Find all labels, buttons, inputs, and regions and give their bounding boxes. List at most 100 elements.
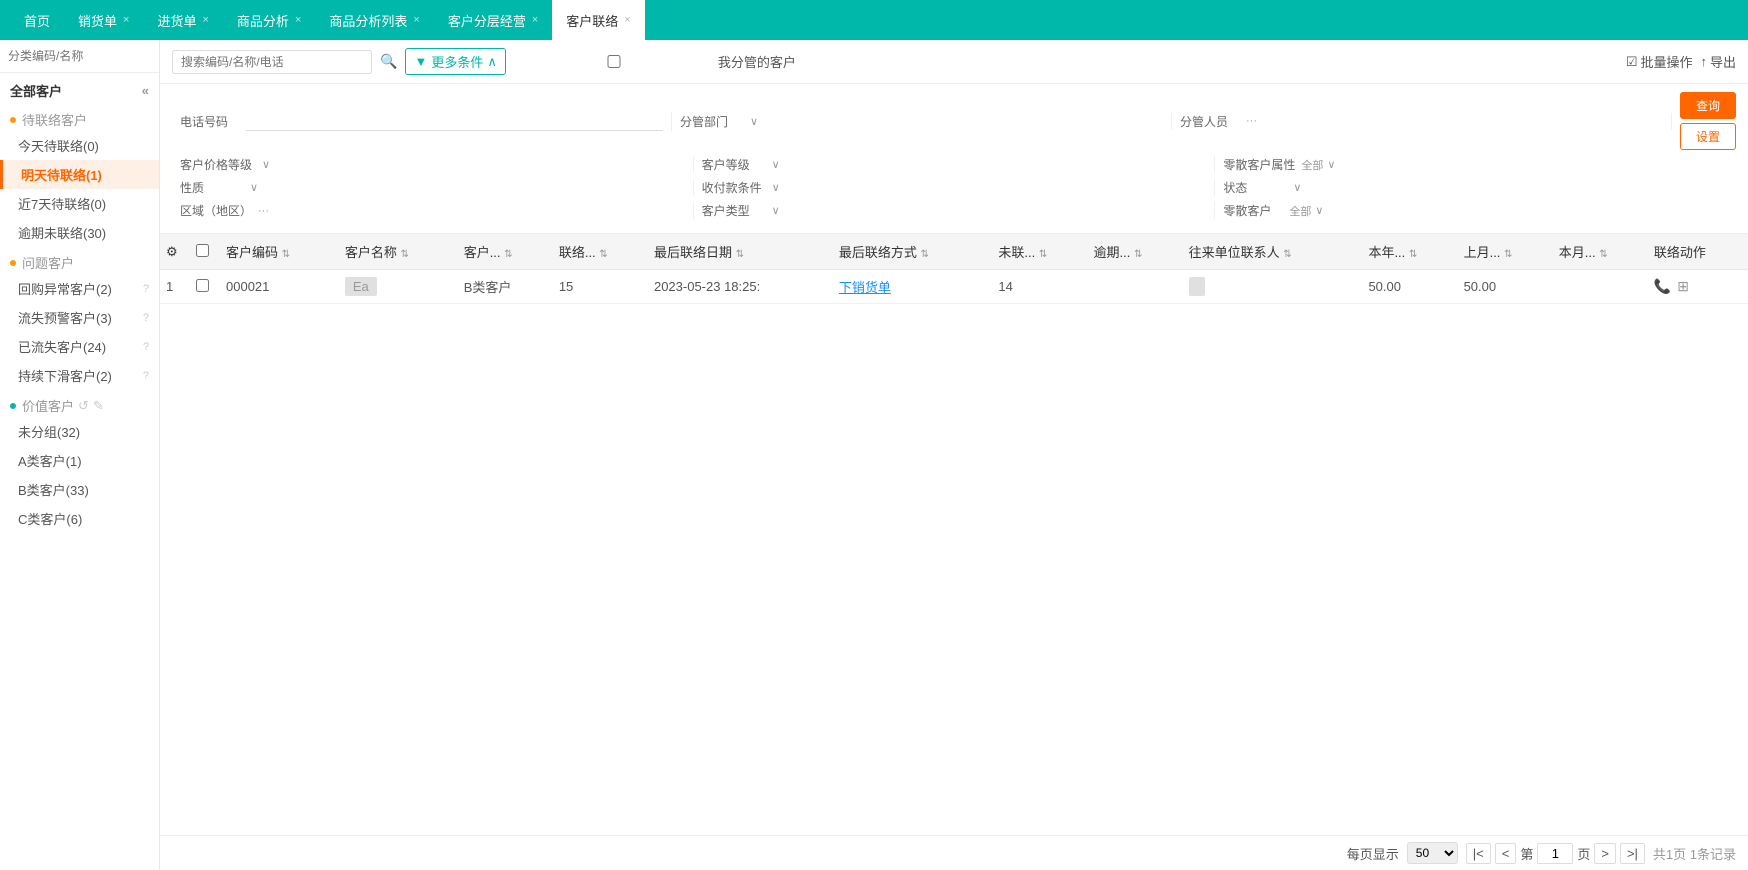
filter-actions: 查询 设置: [1672, 92, 1736, 150]
td-name: Ea: [339, 270, 458, 304]
gear-icon[interactable]: ⚙: [166, 244, 178, 259]
nav-purchase-order[interactable]: 进货单 ×: [143, 0, 222, 40]
filter-dropdown-customer-grade[interactable]: ∨: [768, 158, 1207, 171]
sort-uncontacted-icon[interactable]: ⇅: [1039, 249, 1047, 260]
filter-label-customer-type: 客户类型: [702, 202, 762, 219]
page-input[interactable]: [1537, 843, 1573, 864]
close-product-analysis-icon[interactable]: ×: [295, 14, 301, 26]
grid-action-icon[interactable]: ⊞: [1677, 278, 1689, 295]
search-input[interactable]: [172, 50, 372, 74]
sidebar-item-tomorrow[interactable]: 明天待联络(1): [0, 160, 159, 189]
sidebar-item-class-c[interactable]: C类客户(6): [0, 504, 159, 533]
query-button[interactable]: 查询: [1680, 92, 1736, 119]
sidebar-item-repurchase-abnormal[interactable]: 回购异常客户(2) ?: [0, 274, 159, 303]
value-refresh-icon[interactable]: ↺: [78, 398, 89, 414]
footer: 每页显示 50 10 20 100 |< < 第 页 > >| 共1页 1条记录: [160, 835, 1748, 870]
close-purchase-order-icon[interactable]: ×: [202, 14, 208, 26]
sidebar-item-class-b[interactable]: B类客户(33): [0, 475, 159, 504]
sidebar-search-input[interactable]: [8, 49, 160, 63]
close-product-list-icon[interactable]: ×: [413, 14, 419, 26]
filter-dropdown-payment[interactable]: ∨: [768, 181, 1207, 194]
search-button[interactable]: 🔍: [380, 53, 397, 70]
setting-button[interactable]: 设置: [1680, 123, 1736, 150]
sidebar-item-churned[interactable]: 已流失客户(24) ?: [0, 332, 159, 361]
close-customer-tier-icon[interactable]: ×: [532, 14, 538, 26]
batch-ops-button[interactable]: ☑ 批量操作: [1626, 52, 1693, 71]
filter-dropdown-customer-type[interactable]: ∨: [768, 204, 1207, 217]
sidebar-item-7days[interactable]: 近7天待联络(0): [0, 189, 159, 218]
nav-product-analysis[interactable]: 商品分析 ×: [223, 0, 315, 40]
top-nav: 首页 销货单 × 进货单 × 商品分析 × 商品分析列表 × 客户分层经营 × …: [0, 0, 1748, 40]
filter-more-manager[interactable]: ···: [1246, 115, 1257, 127]
filter-label-retail-customer: 零散客户: [1223, 202, 1283, 219]
my-customers-checkbox[interactable]: [514, 55, 714, 68]
th-checkbox: [190, 234, 220, 270]
prev-page-button[interactable]: <: [1495, 843, 1517, 864]
nav-home[interactable]: 首页: [10, 0, 64, 40]
sort-method-icon[interactable]: ⇅: [920, 249, 928, 260]
last-method-link[interactable]: 下销货单: [839, 280, 891, 295]
th-contact-count: 联络... ⇅: [553, 234, 648, 270]
sort-unit-icon[interactable]: ⇅: [1283, 249, 1291, 260]
phone-action-icon[interactable]: 📞: [1654, 278, 1671, 295]
sidebar-all-customers[interactable]: 全部客户 «: [0, 73, 159, 104]
section-dot-value: [10, 403, 16, 409]
filter-cell-dept: 分管部门 ∨: [672, 113, 1172, 130]
filter-row-4: 区域（地区） ··· 客户类型 ∨ 零散客户 全部 ∨: [172, 202, 1736, 219]
sidebar-item-today[interactable]: 今天待联络(0): [0, 131, 159, 160]
filter-dropdown-nature[interactable]: ∨: [246, 181, 685, 194]
more-filter-button[interactable]: ▼ 更多条件 ∧: [405, 48, 505, 75]
sidebar-item-overdue[interactable]: 逾期未联络(30): [0, 218, 159, 247]
filter-label-price-grade: 客户价格等级: [180, 156, 252, 173]
help-icon-churn-warning[interactable]: ?: [143, 312, 149, 324]
sidebar-collapse-icon[interactable]: «: [142, 83, 149, 98]
sort-count-icon[interactable]: ⇅: [599, 249, 607, 260]
th-uncontacted: 未联... ⇅: [992, 234, 1087, 270]
select-all-checkbox[interactable]: [196, 244, 209, 257]
nav-customer-contact[interactable]: 客户联络 ×: [552, 0, 644, 40]
td-last-method: 下销货单: [833, 270, 993, 304]
chevron-down-retail-customer-icon: ∨: [1315, 204, 1323, 217]
first-page-button[interactable]: |<: [1466, 843, 1491, 864]
filter-more-region[interactable]: ···: [258, 205, 269, 217]
filter-dropdown-status[interactable]: ∨: [1289, 181, 1728, 194]
filter-input-phone[interactable]: [246, 112, 663, 131]
help-icon-declining[interactable]: ?: [143, 370, 149, 382]
sort-tmonth-icon[interactable]: ⇅: [1599, 249, 1607, 260]
sort-date-icon[interactable]: ⇅: [736, 249, 744, 260]
chevron-down-nature-icon: ∨: [250, 181, 258, 194]
nav-product-analysis-list[interactable]: 商品分析列表 ×: [315, 0, 433, 40]
sort-overdue-icon[interactable]: ⇅: [1134, 249, 1142, 260]
sidebar-item-declining[interactable]: 持续下滑客户(2) ?: [0, 361, 159, 390]
td-last-date: 2023-05-23 18:25:: [648, 270, 833, 304]
row-checkbox[interactable]: [196, 279, 209, 292]
sort-code-icon[interactable]: ⇅: [282, 249, 290, 260]
filter-dropdown-dept[interactable]: ∨: [746, 115, 1163, 128]
table-header-row: ⚙ 客户编码 ⇅ 客户名称 ⇅ 客户... ⇅ 联络... ⇅ 最后联络日期 ⇅…: [160, 234, 1748, 270]
sort-lmonth-icon[interactable]: ⇅: [1504, 249, 1512, 260]
sort-name-icon[interactable]: ⇅: [400, 249, 408, 260]
sidebar-item-class-a[interactable]: A类客户(1): [0, 446, 159, 475]
help-icon-repurchase[interactable]: ?: [143, 283, 149, 295]
per-page-select[interactable]: 50 10 20 100: [1407, 842, 1458, 864]
sort-type-icon[interactable]: ⇅: [504, 249, 512, 260]
nav-sales-order[interactable]: 销货单 ×: [64, 0, 143, 40]
filter-icon: ▼: [414, 54, 427, 69]
close-customer-contact-icon[interactable]: ×: [624, 14, 630, 26]
export-button[interactable]: ↑ 导出: [1700, 52, 1736, 71]
filter-dropdown-price-grade[interactable]: ∨: [258, 158, 685, 171]
action-icons-container: 📞 ⊞: [1654, 278, 1742, 295]
filter-dropdown-retail-customer[interactable]: 全部 ∨: [1289, 203, 1728, 219]
value-edit-icon[interactable]: ✎: [93, 398, 104, 414]
sidebar-item-churn-warning[interactable]: 流失预警客户(3) ?: [0, 303, 159, 332]
my-customers-checkbox-label[interactable]: 我分管的客户: [514, 52, 796, 71]
nav-customer-tier[interactable]: 客户分层经营 ×: [434, 0, 552, 40]
sort-year-icon[interactable]: ⇅: [1409, 249, 1417, 260]
help-icon-churned[interactable]: ?: [143, 341, 149, 353]
sidebar-item-ungrouped[interactable]: 未分组(32): [0, 417, 159, 446]
last-page-button[interactable]: >|: [1620, 843, 1645, 864]
filter-cell-customer-grade: 客户等级 ∨: [694, 156, 1216, 173]
filter-dropdown-retail-attr[interactable]: 全部 ∨: [1301, 157, 1728, 173]
close-sales-order-icon[interactable]: ×: [123, 14, 129, 26]
next-page-button[interactable]: >: [1594, 843, 1616, 864]
